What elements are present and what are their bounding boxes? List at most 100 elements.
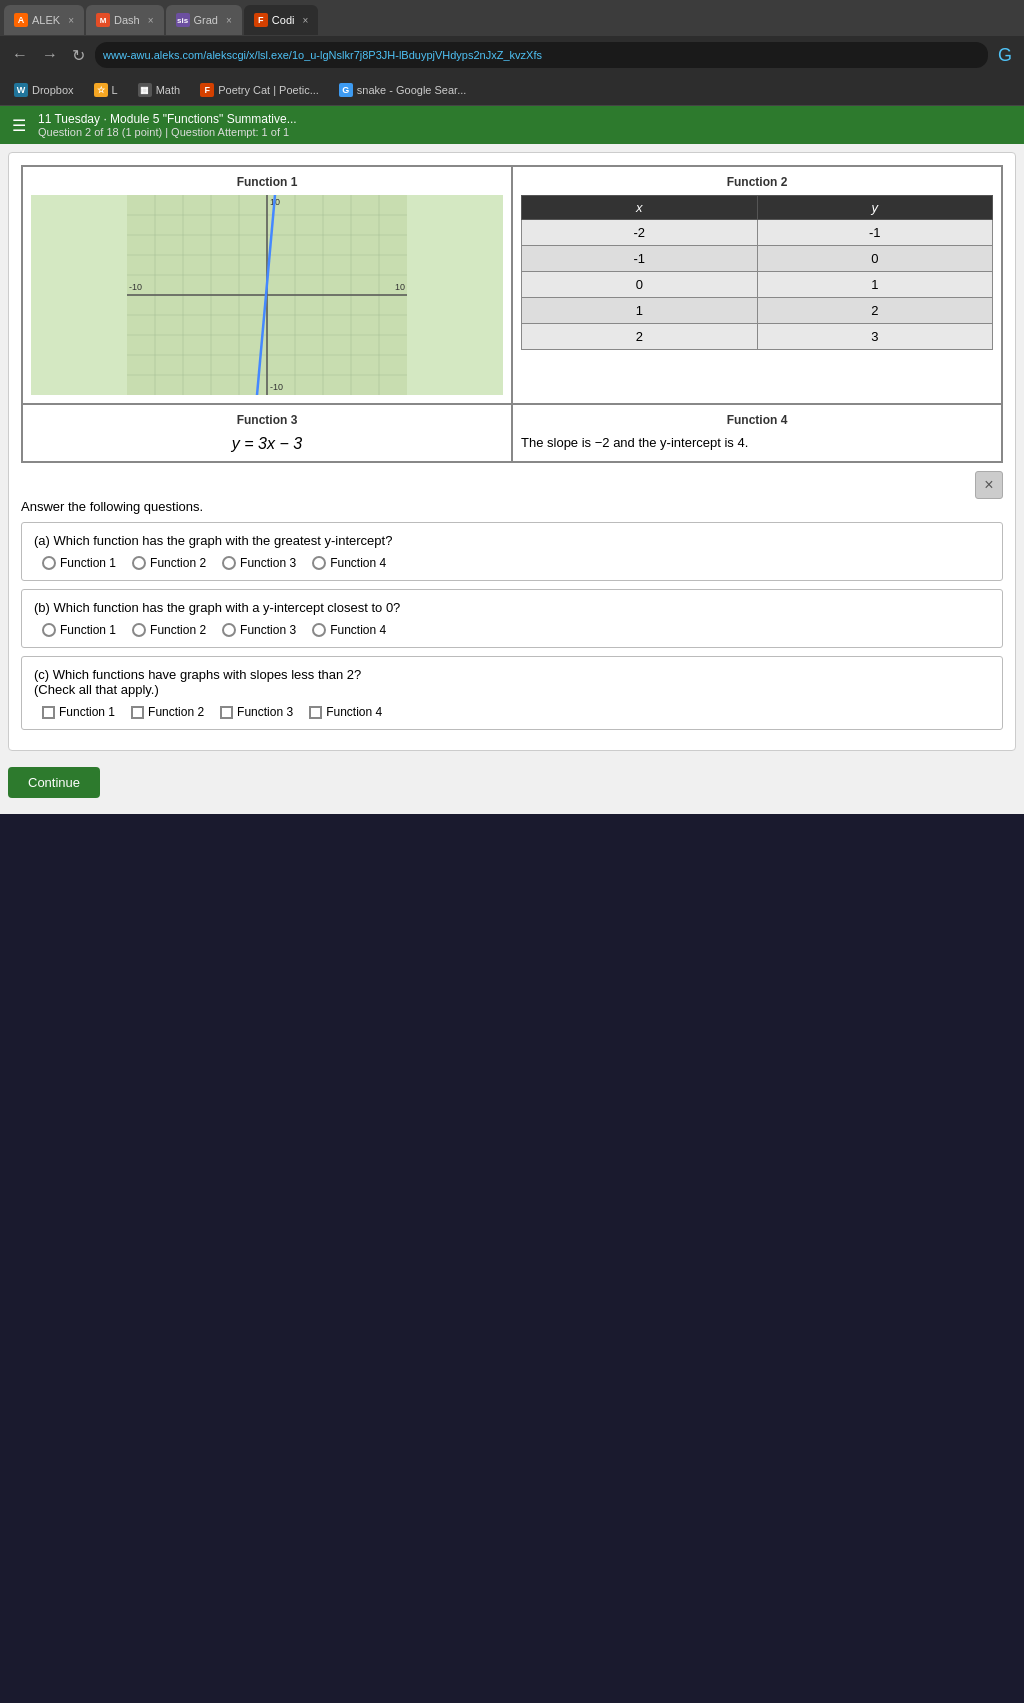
function2-title: Function 2 bbox=[521, 175, 993, 189]
checkbox-c2[interactable] bbox=[131, 706, 144, 719]
browser-chrome: A ALEK × M Dash × sis Grad × F Codi × ← … bbox=[0, 0, 1024, 106]
checkbox-c4[interactable] bbox=[309, 706, 322, 719]
radio-b3-label: Function 3 bbox=[240, 623, 296, 637]
bookmark-dropbox[interactable]: W Dropbox bbox=[8, 81, 80, 99]
question-b-option-3[interactable]: Function 3 bbox=[222, 623, 296, 637]
aleks-header: ☰ 11 Tuesday · Module 5 "Functions" Summ… bbox=[0, 106, 1024, 144]
radio-a1-label: Function 1 bbox=[60, 556, 116, 570]
continue-button[interactable]: Continue bbox=[8, 767, 100, 798]
question-a-option-4[interactable]: Function 4 bbox=[312, 556, 386, 570]
bookmark-math[interactable]: ▦ Math bbox=[132, 81, 186, 99]
checkbox-c1[interactable] bbox=[42, 706, 55, 719]
table-cell: 2 bbox=[757, 298, 993, 324]
alek-tab-icon: A bbox=[14, 13, 28, 27]
radio-b1[interactable] bbox=[42, 623, 56, 637]
tab-sis-close[interactable]: × bbox=[226, 15, 232, 26]
instructions: Answer the following questions. bbox=[21, 499, 1003, 514]
function1-cell: Function 1 bbox=[22, 166, 512, 404]
bookmark-fmath[interactable]: F Poetry Cat | Poetic... bbox=[194, 81, 325, 99]
radio-a2[interactable] bbox=[132, 556, 146, 570]
question-b-option-1[interactable]: Function 1 bbox=[42, 623, 116, 637]
function3-equation: y = 3x − 3 bbox=[31, 435, 503, 453]
checkbox-c3-label: Function 3 bbox=[237, 705, 293, 719]
table-row: -2-1 bbox=[522, 220, 993, 246]
bookmark-snake[interactable]: G snake - Google Sear... bbox=[333, 81, 472, 99]
back-button[interactable]: ← bbox=[8, 44, 32, 66]
question-c-option-4[interactable]: Function 4 bbox=[309, 705, 382, 719]
table-cell: -1 bbox=[522, 246, 758, 272]
bookmark-l[interactable]: ☆ L bbox=[88, 81, 124, 99]
question-c-option-3[interactable]: Function 3 bbox=[220, 705, 293, 719]
function3-cell: Function 3 y = 3x − 3 bbox=[22, 404, 512, 462]
radio-b4[interactable] bbox=[312, 623, 326, 637]
radio-b3[interactable] bbox=[222, 623, 236, 637]
tab-alek-close[interactable]: × bbox=[68, 15, 74, 26]
function1-svg: 10 -10 10 -10 bbox=[31, 195, 503, 395]
func2-header-y: y bbox=[757, 196, 993, 220]
radio-a3[interactable] bbox=[222, 556, 236, 570]
tab-alek-label: ALEK bbox=[32, 14, 60, 26]
tab-bar: A ALEK × M Dash × sis Grad × F Codi × bbox=[0, 0, 1024, 36]
sis-tab-icon: sis bbox=[176, 13, 190, 27]
radio-b2[interactable] bbox=[132, 623, 146, 637]
tab-grade-label: Codi bbox=[272, 14, 295, 26]
svg-text:-10: -10 bbox=[270, 382, 283, 392]
course-title: 11 Tuesday · Module 5 "Functions" Summat… bbox=[38, 112, 297, 126]
question-a-options: Function 1 Function 2 Function 3 Functio… bbox=[34, 556, 990, 570]
question-a-block: (a) Which function has the graph with th… bbox=[21, 522, 1003, 581]
tab-sis-label: Grad bbox=[194, 14, 218, 26]
tab-grade-close[interactable]: × bbox=[302, 15, 308, 26]
function4-cell: Function 4 The slope is −2 and the y-int… bbox=[512, 404, 1002, 462]
function2-cell: Function 2 x y -2-1-10011223 bbox=[512, 166, 1002, 404]
function2-table: x y -2-1-10011223 bbox=[521, 195, 993, 350]
question-b-option-4[interactable]: Function 4 bbox=[312, 623, 386, 637]
url-bar[interactable]: www-awu.aleks.com/alekscgi/x/lsl.exe/1o_… bbox=[95, 42, 988, 68]
function4-description: The slope is −2 and the y-intercept is 4… bbox=[521, 433, 993, 453]
question-c-options: Function 1 Function 2 Function 3 Functio… bbox=[34, 705, 990, 719]
question-c-option-1[interactable]: Function 1 bbox=[42, 705, 115, 719]
radio-a3-label: Function 3 bbox=[240, 556, 296, 570]
radio-a4[interactable] bbox=[312, 556, 326, 570]
refresh-button[interactable]: ↻ bbox=[68, 44, 89, 67]
tab-sis[interactable]: sis Grad × bbox=[166, 5, 242, 35]
tab-grade[interactable]: F Codi × bbox=[244, 5, 318, 35]
tab-alek[interactable]: A ALEK × bbox=[4, 5, 84, 35]
url-text: www-awu.aleks.com/alekscgi/x/lsl.exe/1o_… bbox=[103, 49, 542, 61]
function4-title: Function 4 bbox=[521, 413, 993, 427]
question-b-options: Function 1 Function 2 Function 3 Functio… bbox=[34, 623, 990, 637]
question-c-option-2[interactable]: Function 2 bbox=[131, 705, 204, 719]
question-c-text: (c) Which functions have graphs with slo… bbox=[34, 667, 990, 697]
checkbox-c2-label: Function 2 bbox=[148, 705, 204, 719]
table-row: 12 bbox=[522, 298, 993, 324]
tab-dash-close[interactable]: × bbox=[148, 15, 154, 26]
question-a-option-1[interactable]: Function 1 bbox=[42, 556, 116, 570]
radio-a4-label: Function 4 bbox=[330, 556, 386, 570]
function1-title: Function 1 bbox=[31, 175, 503, 189]
google-icon[interactable]: G bbox=[994, 43, 1016, 68]
tab-dash[interactable]: M Dash × bbox=[86, 5, 164, 35]
question-a-option-3[interactable]: Function 3 bbox=[222, 556, 296, 570]
question-a-text: (a) Which function has the graph with th… bbox=[34, 533, 990, 548]
question-b-option-2[interactable]: Function 2 bbox=[132, 623, 206, 637]
function1-graph: 10 -10 10 -10 bbox=[31, 195, 503, 395]
nav-bar: ← → ↻ www-awu.aleks.com/alekscgi/x/lsl.e… bbox=[0, 36, 1024, 74]
bookmark-math-label: Math bbox=[156, 84, 180, 96]
table-cell: 0 bbox=[757, 246, 993, 272]
table-cell: 3 bbox=[757, 324, 993, 350]
bottom-area bbox=[0, 814, 1024, 1214]
question-a-option-2[interactable]: Function 2 bbox=[132, 556, 206, 570]
fcode-tab-icon: F bbox=[254, 13, 268, 27]
radio-b1-label: Function 1 bbox=[60, 623, 116, 637]
table-row: -10 bbox=[522, 246, 993, 272]
radio-a1[interactable] bbox=[42, 556, 56, 570]
snake-icon: G bbox=[339, 83, 353, 97]
forward-button[interactable]: → bbox=[38, 44, 62, 66]
x-button[interactable]: × bbox=[975, 471, 1003, 499]
table-cell: 2 bbox=[522, 324, 758, 350]
table-cell: 1 bbox=[522, 298, 758, 324]
table-cell: -1 bbox=[757, 220, 993, 246]
checkbox-c3[interactable] bbox=[220, 706, 233, 719]
question-b-text: (b) Which function has the graph with a … bbox=[34, 600, 990, 615]
menu-icon[interactable]: ☰ bbox=[12, 116, 26, 135]
radio-b4-label: Function 4 bbox=[330, 623, 386, 637]
